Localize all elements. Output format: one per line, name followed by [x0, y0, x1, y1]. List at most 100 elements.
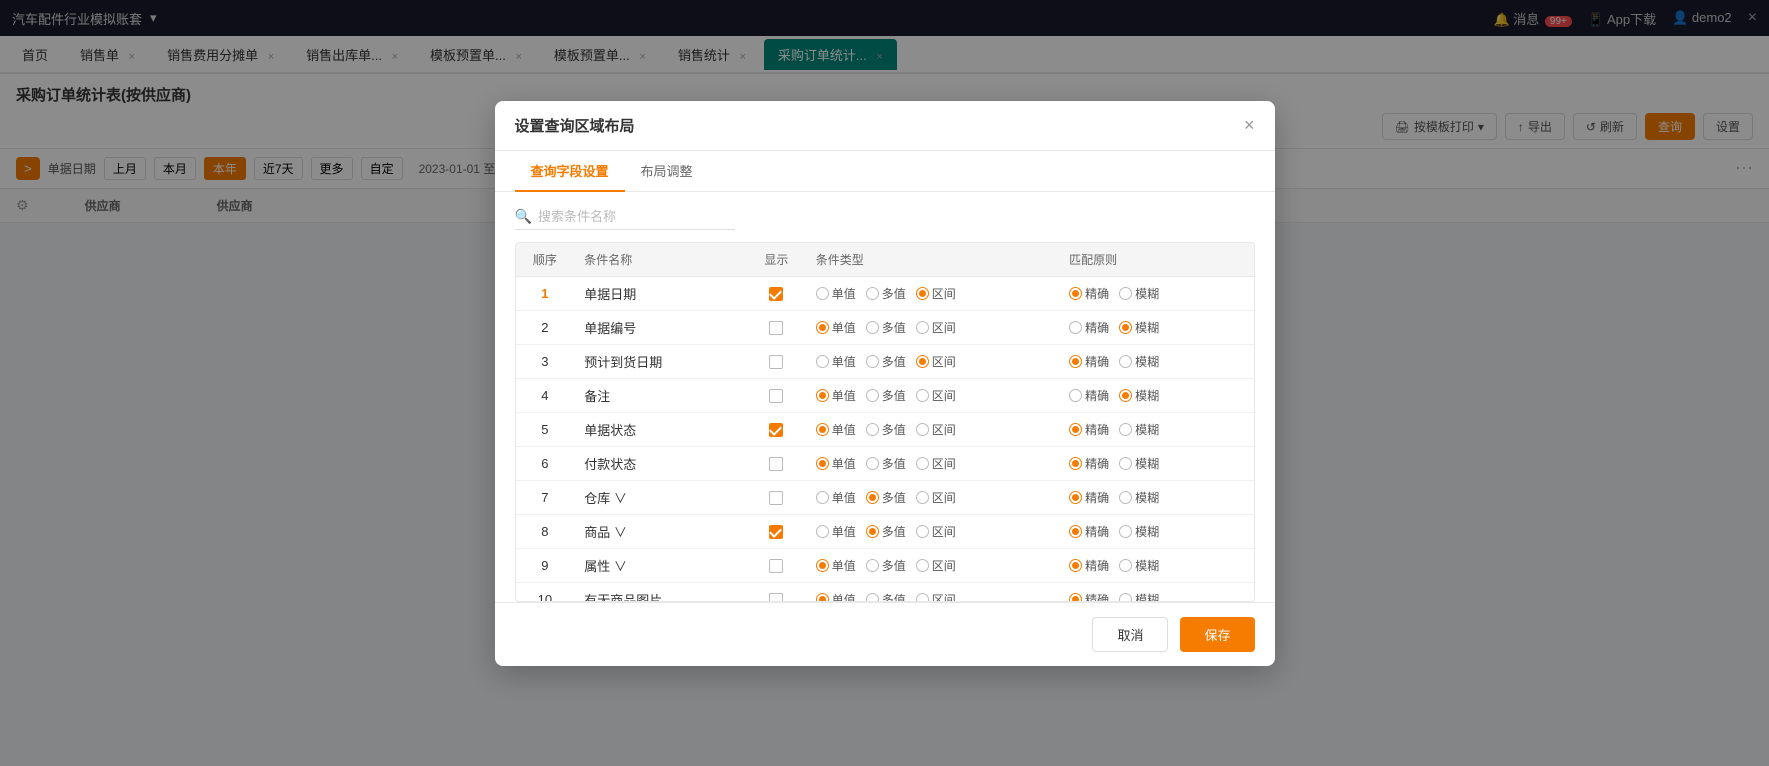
search-input[interactable]	[538, 209, 718, 224]
table-row: 4备注单值多值区间精确模糊	[516, 378, 1254, 412]
radio-circle	[816, 525, 829, 538]
radio-match-精确[interactable]: 精确	[1069, 387, 1109, 404]
radio-type-区间[interactable]: 区间	[916, 489, 956, 506]
radio-type-区间[interactable]: 区间	[916, 557, 956, 574]
radio-type-多值[interactable]: 多值	[866, 523, 906, 540]
row-order: 8	[516, 514, 575, 548]
radio-circle	[916, 355, 929, 368]
radio-type-区间[interactable]: 区间	[916, 285, 956, 302]
save-button[interactable]: 保存	[1180, 617, 1254, 652]
radio-match-模糊[interactable]: 模糊	[1119, 353, 1159, 370]
radio-circle	[816, 355, 829, 368]
radio-type-区间[interactable]: 区间	[916, 455, 956, 472]
radio-match-精确[interactable]: 精确	[1069, 319, 1109, 336]
row-display-checkbox[interactable]	[747, 344, 806, 378]
checkbox[interactable]	[769, 389, 783, 403]
radio-circle	[866, 389, 879, 402]
radio-type-多值[interactable]: 多值	[866, 455, 906, 472]
radio-match-精确[interactable]: 精确	[1069, 353, 1109, 370]
radio-type-多值[interactable]: 多值	[866, 489, 906, 506]
row-display-checkbox[interactable]	[747, 276, 806, 310]
modal-title: 设置查询区域布局	[515, 115, 635, 136]
row-type: 单值多值区间	[806, 480, 1059, 514]
checkbox[interactable]	[769, 457, 783, 471]
radio-type-区间[interactable]: 区间	[916, 319, 956, 336]
radio-type-区间[interactable]: 区间	[916, 387, 956, 404]
row-name: 属性 ∨	[574, 548, 747, 582]
row-display-checkbox[interactable]	[747, 480, 806, 514]
radio-type-单值[interactable]: 单值	[816, 557, 856, 574]
radio-type-单值[interactable]: 单值	[816, 353, 856, 370]
row-name: 单据状态	[574, 412, 747, 446]
radio-match-精确[interactable]: 精确	[1069, 285, 1109, 302]
row-display-checkbox[interactable]	[747, 582, 806, 602]
radio-type-多值[interactable]: 多值	[866, 319, 906, 336]
row-display-checkbox[interactable]	[747, 548, 806, 582]
radio-match-模糊[interactable]: 模糊	[1119, 285, 1159, 302]
radio-type-单值[interactable]: 单值	[816, 455, 856, 472]
radio-circle	[866, 423, 879, 436]
table-scroll-area[interactable]: 顺序 条件名称 显示 条件类型 匹配原则 1单据日期单值多值区间精确模糊2单据编…	[515, 242, 1255, 602]
row-display-checkbox[interactable]	[747, 514, 806, 548]
cancel-button[interactable]: 取消	[1092, 617, 1168, 652]
modal-tabs: 查询字段设置 布局调整	[495, 151, 1275, 192]
checkbox[interactable]	[769, 491, 783, 505]
radio-match-模糊[interactable]: 模糊	[1119, 489, 1159, 506]
modal-tab-query-fields[interactable]: 查询字段设置	[515, 151, 625, 192]
radio-match-模糊[interactable]: 模糊	[1119, 591, 1159, 602]
radio-type-多值[interactable]: 多值	[866, 591, 906, 602]
row-order: 3	[516, 344, 575, 378]
radio-type-单值[interactable]: 单值	[816, 489, 856, 506]
row-display-checkbox[interactable]	[747, 446, 806, 480]
row-name: 单据日期	[574, 276, 747, 310]
radio-type-区间[interactable]: 区间	[916, 591, 956, 602]
checkbox[interactable]	[769, 321, 783, 335]
radio-match-模糊[interactable]: 模糊	[1119, 421, 1159, 438]
radio-match-模糊[interactable]: 模糊	[1119, 523, 1159, 540]
radio-type-区间[interactable]: 区间	[916, 353, 956, 370]
checkbox[interactable]	[769, 593, 783, 602]
radio-type-单值[interactable]: 单值	[816, 319, 856, 336]
radio-type-多值[interactable]: 多值	[866, 387, 906, 404]
radio-type-单值[interactable]: 单值	[816, 421, 856, 438]
radio-match-精确[interactable]: 精确	[1069, 557, 1109, 574]
radio-type-多值[interactable]: 多值	[866, 285, 906, 302]
radio-circle	[816, 457, 829, 470]
radio-match-模糊[interactable]: 模糊	[1119, 455, 1159, 472]
row-display-checkbox[interactable]	[747, 412, 806, 446]
radio-match-模糊[interactable]: 模糊	[1119, 387, 1159, 404]
checkbox[interactable]	[769, 559, 783, 573]
radio-type-单值[interactable]: 单值	[816, 387, 856, 404]
radio-match-精确[interactable]: 精确	[1069, 489, 1109, 506]
row-display-checkbox[interactable]	[747, 378, 806, 412]
row-match: 精确模糊	[1059, 378, 1253, 412]
radio-match-精确[interactable]: 精确	[1069, 591, 1109, 602]
table-row: 1单据日期单值多值区间精确模糊	[516, 276, 1254, 310]
row-display-checkbox[interactable]	[747, 310, 806, 344]
modal-close-button[interactable]: ×	[1244, 116, 1255, 134]
radio-match-精确[interactable]: 精确	[1069, 421, 1109, 438]
conditions-table: 顺序 条件名称 显示 条件类型 匹配原则 1单据日期单值多值区间精确模糊2单据编…	[516, 243, 1254, 602]
checkbox[interactable]	[769, 355, 783, 369]
radio-type-单值[interactable]: 单值	[816, 285, 856, 302]
radio-type-多值[interactable]: 多值	[866, 557, 906, 574]
radio-match-模糊[interactable]: 模糊	[1119, 557, 1159, 574]
radio-type-多值[interactable]: 多值	[866, 353, 906, 370]
radio-type-多值[interactable]: 多值	[866, 421, 906, 438]
row-order: 10	[516, 582, 575, 602]
radio-type-区间[interactable]: 区间	[916, 523, 956, 540]
radio-type-单值[interactable]: 单值	[816, 523, 856, 540]
radio-match-精确[interactable]: 精确	[1069, 523, 1109, 540]
radio-match-模糊[interactable]: 模糊	[1119, 319, 1159, 336]
th-display: 显示	[747, 243, 806, 277]
radio-circle	[1069, 355, 1082, 368]
radio-type-单值[interactable]: 单值	[816, 591, 856, 602]
checkbox[interactable]	[769, 423, 783, 437]
modal-tab-layout[interactable]: 布局调整	[625, 151, 709, 192]
checkbox[interactable]	[769, 525, 783, 539]
row-name: 仓库 ∨	[574, 480, 747, 514]
checkbox[interactable]	[769, 287, 783, 301]
row-order: 7	[516, 480, 575, 514]
radio-match-精确[interactable]: 精确	[1069, 455, 1109, 472]
radio-type-区间[interactable]: 区间	[916, 421, 956, 438]
